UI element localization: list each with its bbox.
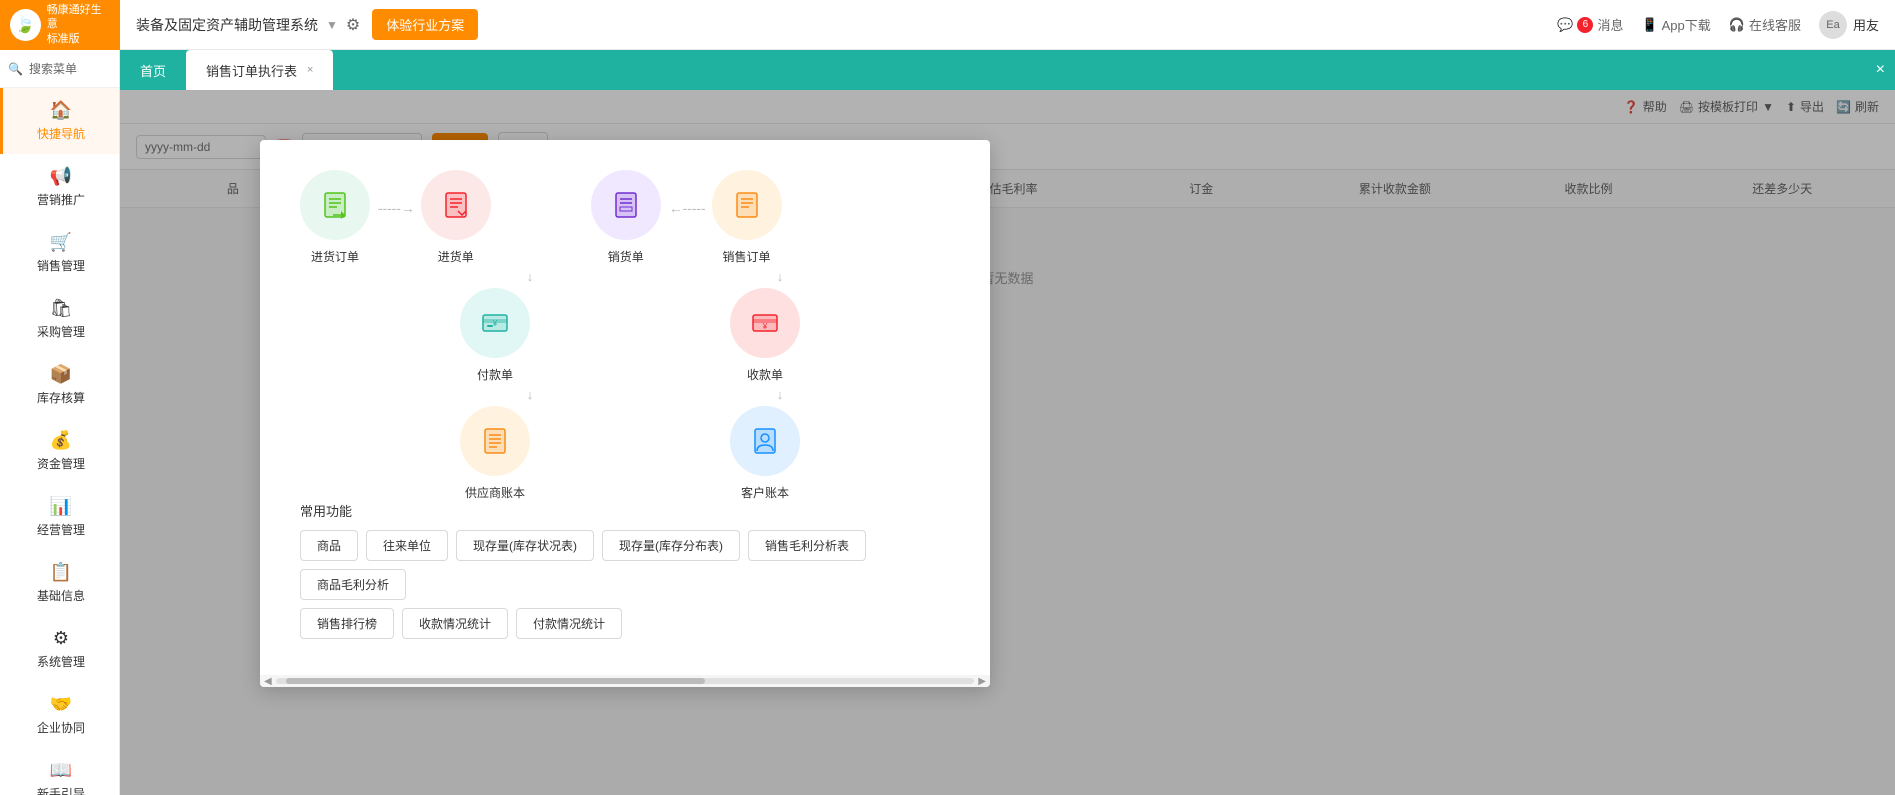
logo-text: 畅康通好生意 标准版 xyxy=(47,3,110,46)
operation-icon: 📊 xyxy=(50,496,72,517)
dropdown-arrow-icon[interactable]: ▼ xyxy=(326,18,338,32)
arrow-1: - - - - - → xyxy=(370,200,421,236)
tab-close-icon[interactable]: × xyxy=(307,64,313,76)
logo-area: 🍃 畅康通好生意 标准版 xyxy=(0,0,120,50)
modal-scrollbar[interactable]: ◀ ▶ xyxy=(260,675,990,687)
payment-icon: ¥ xyxy=(460,288,530,358)
func-btn-sales-gross[interactable]: 销售毛利分析表 xyxy=(748,530,866,561)
user-area[interactable]: Ea 用友 xyxy=(1819,11,1879,39)
func-btn-sales-rank[interactable]: 销售排行榜 xyxy=(300,608,394,639)
search-icon: 🔍 xyxy=(8,62,23,76)
scroll-right-icon[interactable]: ▶ xyxy=(978,676,986,687)
scrollbar-track[interactable] xyxy=(276,678,975,684)
settings-icon[interactable]: ⚙ xyxy=(346,15,360,35)
svg-text:¥: ¥ xyxy=(762,322,768,331)
supplier-account-icon xyxy=(460,406,530,476)
sidebar-item-basic-info[interactable]: 📋 基础信息 xyxy=(0,550,119,616)
app-icon: 📱 xyxy=(1641,17,1657,33)
tab-bar: 首页 销售订单执行表 × × xyxy=(120,50,1895,90)
message-icon: 💬 xyxy=(1557,17,1573,33)
workflow-row-2: ¥ 付款单 xyxy=(300,288,800,383)
receipt-icon: ¥ xyxy=(730,288,800,358)
top-header: 🍃 畅康通好生意 标准版 装备及固定资产辅助管理系统 ▼ ⚙ 体验行业方案 💬 … xyxy=(0,0,1895,50)
common-functions-title: 常用功能 xyxy=(300,501,950,520)
online-service-button[interactable]: 🎧 在线客服 xyxy=(1729,15,1801,34)
finance-icon: 💰 xyxy=(50,430,72,451)
sidebar-item-newbie[interactable]: 📖 新手引导 xyxy=(0,748,119,795)
sidebar-item-system[interactable]: ⚙ 系统管理 xyxy=(0,616,119,682)
sale-bill-icon xyxy=(591,170,661,240)
purchase-bill-icon xyxy=(421,170,491,240)
func-buttons-row1: 商品 往来单位 现存量(库存状况表) 现存量(库存分布表) 销售毛利分析表 商品… xyxy=(300,530,950,600)
main-content: 首页 销售订单执行表 × × ❓ 帮助 🖨 按模板打印 ▼ xyxy=(120,50,1895,795)
flow-item-supplier-account[interactable]: 供应商账本 xyxy=(460,406,530,501)
sidebar-search[interactable]: 🔍 搜索菜单 xyxy=(0,50,119,88)
tab-sales-orders[interactable]: 销售订单执行表 × xyxy=(186,50,333,90)
sidebar-item-finance[interactable]: 💰 资金管理 xyxy=(0,418,119,484)
workflow-row-3: 供应商账本 xyxy=(300,406,800,501)
func-buttons-row2: 销售排行榜 收款情况统计 付款情况统计 xyxy=(300,608,950,639)
system-icon: ⚙ xyxy=(53,628,69,649)
sales-icon: 🛒 xyxy=(50,232,72,253)
func-btn-stock-status[interactable]: 现存量(库存状况表) xyxy=(456,530,594,561)
sidebar-item-marketing[interactable]: 📢 营销推广 xyxy=(0,154,119,220)
workflow-diagram: 进货订单 - - - - - → xyxy=(300,170,950,501)
flow-item-sale-bill[interactable]: 销货单 xyxy=(591,170,661,265)
logo-icon: 🍃 xyxy=(10,9,41,41)
header-right: 💬 6 消息 📱 App下载 🎧 在线客服 Ea 用友 xyxy=(1557,11,1879,39)
headset-icon: 🎧 xyxy=(1729,17,1745,33)
workflow-modal: 进货订单 - - - - - → xyxy=(260,140,990,687)
sidebar-item-inventory[interactable]: 📦 库存核算 xyxy=(0,352,119,418)
scroll-left-icon[interactable]: ◀ xyxy=(264,676,272,687)
flow-item-sale-order[interactable]: 销售订单 xyxy=(712,170,782,265)
sidebar-item-quick-nav[interactable]: 🏠 快捷导航 xyxy=(0,88,119,154)
purchase-icon: 🛍 xyxy=(50,298,73,319)
avatar: Ea xyxy=(1819,11,1847,39)
workflow-down-arrows: ↓ ↓ xyxy=(300,269,815,284)
workflow-down-arrows-2: ↓ ↓ xyxy=(300,387,815,402)
enterprise-icon: 🤝 xyxy=(50,694,72,715)
func-btn-stock-dist[interactable]: 现存量(库存分布表) xyxy=(602,530,740,561)
func-btn-product-gross[interactable]: 商品毛利分析 xyxy=(300,569,406,600)
purchase-order-icon xyxy=(300,170,370,240)
arrow-2: ← - - - - - xyxy=(661,200,712,236)
system-title: 装备及固定资产辅助管理系统 ▼ xyxy=(136,15,338,35)
inventory-icon: 📦 xyxy=(50,364,72,385)
scrollbar-thumb[interactable] xyxy=(286,678,705,684)
sidebar-item-sales[interactable]: 🛒 销售管理 xyxy=(0,220,119,286)
basic-info-icon: 📋 xyxy=(50,562,72,583)
flow-item-purchase-bill[interactable]: 进货单 xyxy=(421,170,491,265)
func-btn-product[interactable]: 商品 xyxy=(300,530,358,561)
flow-item-payment[interactable]: ¥ 付款单 xyxy=(460,288,530,383)
tab-bar-close-button[interactable]: × xyxy=(1876,61,1885,79)
newbie-icon: 📖 xyxy=(50,760,72,781)
tab-home[interactable]: 首页 xyxy=(120,50,186,90)
content-area: ❓ 帮助 🖨 按模板打印 ▼ ⬆ 导出 🔄 刷新 xyxy=(120,90,1895,795)
home-icon: 🏠 xyxy=(50,100,72,121)
func-btn-receipt-stat[interactable]: 收款情况统计 xyxy=(402,608,508,639)
func-btn-payment-stat[interactable]: 付款情况统计 xyxy=(516,608,622,639)
sidebar: 🔍 搜索菜单 🏠 快捷导航 📢 营销推广 🛒 销售管理 🛍 采购管理 📦 库存核… xyxy=(0,50,120,795)
main-layout: 🔍 搜索菜单 🏠 快捷导航 📢 营销推广 🛒 销售管理 🛍 采购管理 📦 库存核… xyxy=(0,50,1895,795)
sidebar-item-enterprise[interactable]: 🤝 企业协同 xyxy=(0,682,119,748)
message-button[interactable]: 💬 6 消息 xyxy=(1557,15,1623,34)
marketing-icon: 📢 xyxy=(50,166,72,187)
sale-order-icon xyxy=(712,170,782,240)
common-functions-section: 常用功能 商品 往来单位 现存量(库存状况表) 现存量(库存分布表) 销售毛利分… xyxy=(300,501,950,639)
svg-text:¥: ¥ xyxy=(492,319,498,328)
sidebar-item-purchase[interactable]: 🛍 采购管理 xyxy=(0,286,119,352)
sidebar-item-operation[interactable]: 📊 经营管理 xyxy=(0,484,119,550)
modal-body: 进货订单 - - - - - → xyxy=(260,140,990,675)
customer-account-icon xyxy=(730,406,800,476)
trial-button[interactable]: 体验行业方案 xyxy=(372,9,478,40)
flow-item-customer-account[interactable]: 客户账本 xyxy=(730,406,800,501)
workflow-row-1: 进货订单 - - - - - → xyxy=(300,170,782,265)
app-download-button[interactable]: 📱 App下载 xyxy=(1641,15,1710,34)
func-btn-contact[interactable]: 往来单位 xyxy=(366,530,448,561)
flow-item-receipt[interactable]: ¥ 收款单 xyxy=(730,288,800,383)
flow-item-purchase-order[interactable]: 进货订单 xyxy=(300,170,370,265)
